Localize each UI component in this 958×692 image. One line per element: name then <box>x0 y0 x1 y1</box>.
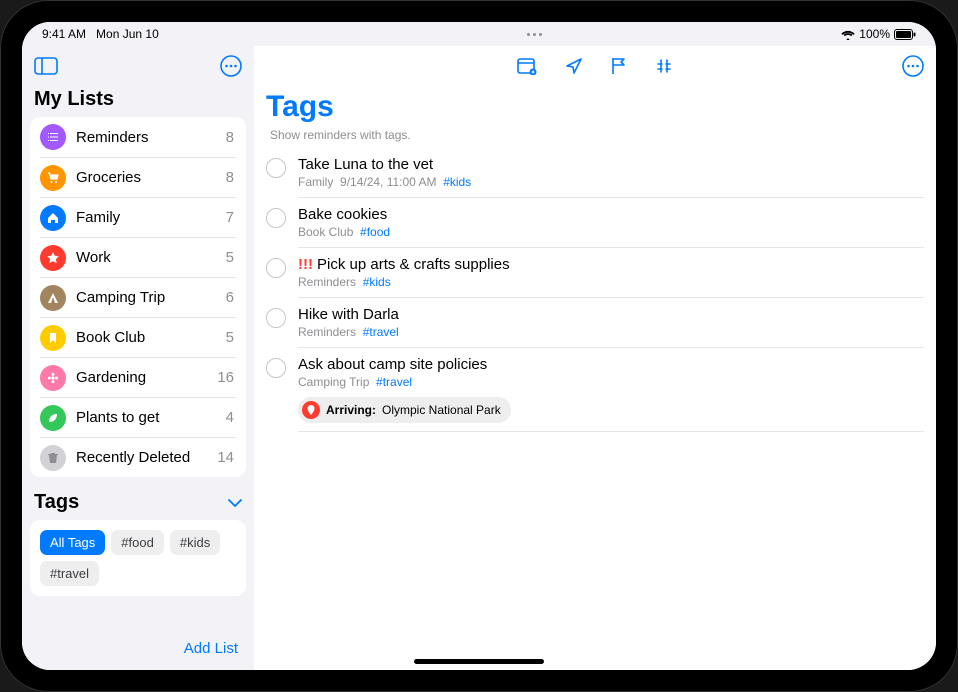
list-count-label: 7 <box>226 209 236 226</box>
page-subtitle: Show reminders with tags. <box>266 126 924 156</box>
list-name-label: Gardening <box>76 369 207 386</box>
add-list-button[interactable]: Add List <box>184 640 238 657</box>
reminder-meta: Reminders #kids <box>298 275 924 289</box>
wifi-icon <box>841 29 855 40</box>
reminder-title: !!!Pick up arts & crafts supplies <box>298 256 924 273</box>
status-bar: 9:41 AM Mon Jun 10 100% <box>22 22 936 46</box>
list-name-label: Plants to get <box>76 409 216 426</box>
trash-icon <box>40 445 66 471</box>
reminder-tag[interactable]: #travel <box>376 375 412 389</box>
house-icon <box>40 205 66 231</box>
cart-icon <box>40 165 66 191</box>
list-name-label: Reminders <box>76 129 216 146</box>
location-chip[interactable]: Arriving: Olympic National Park <box>298 397 511 423</box>
sidebar-list-item[interactable]: Plants to get 4 <box>30 397 246 437</box>
tent-icon <box>40 285 66 311</box>
sidebar-list-item[interactable]: Family 7 <box>30 197 246 237</box>
list-count-label: 5 <box>226 249 236 266</box>
page-title: Tags <box>266 86 924 126</box>
my-lists-heading: My Lists <box>30 86 246 117</box>
reminder-row[interactable]: Ask about camp site policies Camping Trip… <box>266 356 924 440</box>
leaf-icon <box>40 405 66 431</box>
sidebar-more-button[interactable] <box>220 55 242 77</box>
multitask-indicator[interactable] <box>262 33 806 36</box>
list-name-label: Recently Deleted <box>76 449 207 466</box>
reminder-row[interactable]: !!!Pick up arts & crafts supplies Reminde… <box>266 256 924 306</box>
list-name-label: Book Club <box>76 329 216 346</box>
list-name-label: Work <box>76 249 216 266</box>
location-pin-icon <box>302 401 320 419</box>
sidebar-list-item[interactable]: Reminders 8 <box>30 117 246 157</box>
list-name-label: Camping Trip <box>76 289 216 306</box>
sidebar-toggle-button[interactable] <box>34 57 58 75</box>
status-time: 9:41 AM <box>42 27 86 41</box>
list-name-label: Family <box>76 209 216 226</box>
flag-icon[interactable] <box>611 57 627 75</box>
star-icon <box>40 245 66 271</box>
chevron-down-icon[interactable] <box>228 494 242 512</box>
sidebar: My Lists Reminders 8 Groceries 8 Family 7 Work… <box>22 46 254 670</box>
tag-pill[interactable]: #kids <box>170 530 220 555</box>
reminder-checkbox[interactable] <box>266 308 286 328</box>
list-icon <box>40 124 66 150</box>
list-count-label: 6 <box>226 289 236 306</box>
reminder-title: Bake cookies <box>298 206 924 223</box>
main-more-button[interactable] <box>902 55 924 77</box>
tag-pill[interactable]: All Tags <box>40 530 105 555</box>
tags-heading: Tags <box>34 491 79 514</box>
sidebar-list-item[interactable]: Gardening 16 <box>30 357 246 397</box>
reminder-title: Take Luna to the vet <box>298 156 924 173</box>
status-date: Mon Jun 10 <box>96 27 159 41</box>
reminder-checkbox[interactable] <box>266 358 286 378</box>
tag-pill[interactable]: #food <box>111 530 164 555</box>
reminder-meta: Family 9/14/24, 11:00 AM #kids <box>298 175 924 189</box>
reminder-checkbox[interactable] <box>266 208 286 228</box>
reminder-tag[interactable]: #food <box>360 225 390 239</box>
sidebar-list-item[interactable]: Work 5 <box>30 237 246 277</box>
reminder-row[interactable]: Hike with Darla Reminders #travel <box>266 306 924 356</box>
reminder-title: Ask about camp site policies <box>298 356 924 373</box>
sidebar-list-item[interactable]: Recently Deleted 14 <box>30 437 246 477</box>
list-count-label: 4 <box>226 409 236 426</box>
bookmark-icon <box>40 325 66 351</box>
tag-icon[interactable] <box>655 57 673 75</box>
home-indicator[interactable] <box>414 659 544 664</box>
reminder-meta: Reminders #travel <box>298 325 924 339</box>
reminder-tag[interactable]: #travel <box>363 325 399 339</box>
reminder-row[interactable]: Take Luna to the vet Family 9/14/24, 11:0… <box>266 156 924 206</box>
reminder-tag[interactable]: #kids <box>443 175 471 189</box>
reminder-meta: Camping Trip #travel <box>298 375 924 389</box>
reminder-meta: Book Club #food <box>298 225 924 239</box>
tag-pill[interactable]: #travel <box>40 561 99 586</box>
list-count-label: 8 <box>226 169 236 186</box>
reminder-checkbox[interactable] <box>266 258 286 278</box>
reminder-tag[interactable]: #kids <box>363 275 391 289</box>
reminder-row[interactable]: Bake cookies Book Club #food <box>266 206 924 256</box>
list-count-label: 8 <box>226 129 236 146</box>
battery-percent: 100% <box>859 27 890 41</box>
priority-indicator: !!! <box>298 256 313 273</box>
flower-icon <box>40 365 66 391</box>
list-count-label: 14 <box>217 449 236 466</box>
sidebar-list-item[interactable]: Camping Trip 6 <box>30 277 246 317</box>
location-icon[interactable] <box>565 57 583 75</box>
reminder-checkbox[interactable] <box>266 158 286 178</box>
battery-icon <box>894 29 916 40</box>
sidebar-list-item[interactable]: Book Club 5 <box>30 317 246 357</box>
main-panel: Tags Show reminders with tags. Take Luna… <box>254 46 936 670</box>
list-count-label: 16 <box>217 369 236 386</box>
calendar-icon[interactable] <box>517 57 537 75</box>
reminder-title: Hike with Darla <box>298 306 924 323</box>
list-count-label: 5 <box>226 329 236 346</box>
list-name-label: Groceries <box>76 169 216 186</box>
sidebar-list-item[interactable]: Groceries 8 <box>30 157 246 197</box>
